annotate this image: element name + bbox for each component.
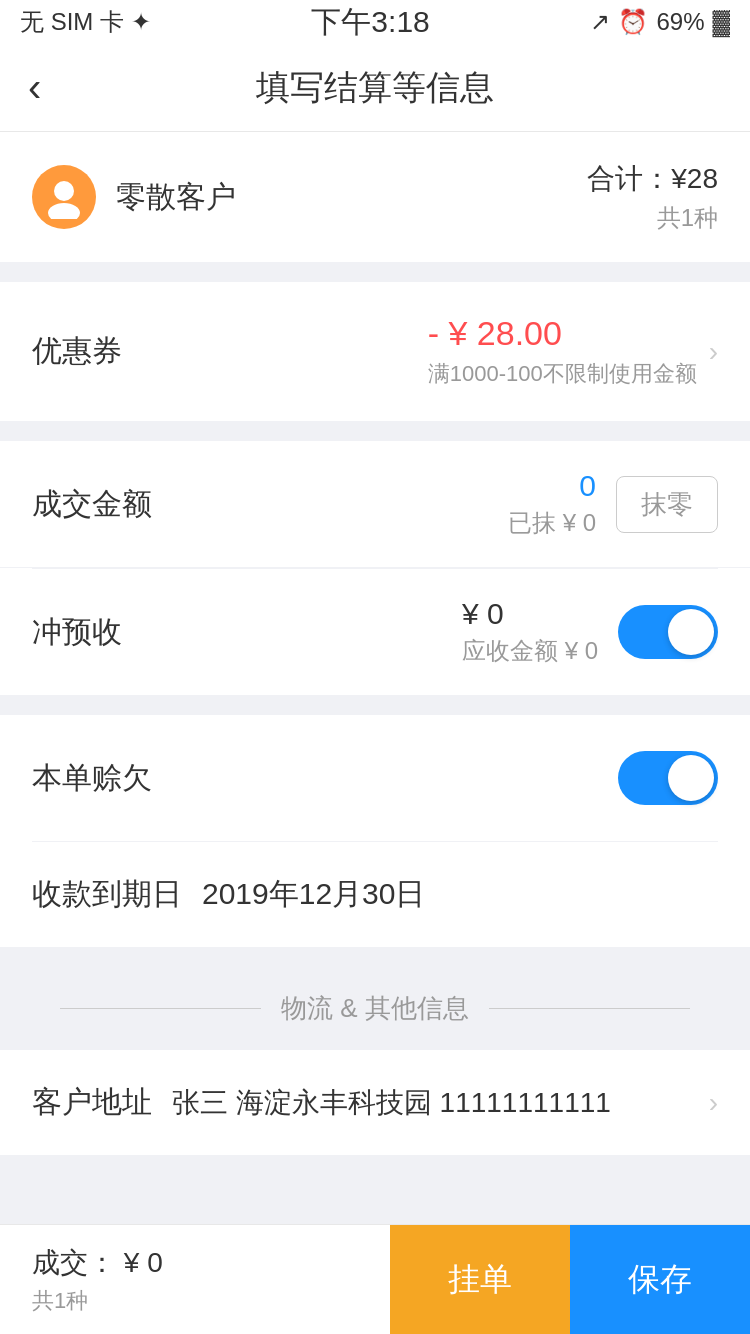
prepay-amount-group: ¥ 0 应收金额 ¥ 0 [462, 597, 598, 667]
deal-amount-row: 成交金额 0 已抹 ¥ 0 抹零 [0, 441, 750, 568]
divider-line-left [60, 1008, 261, 1009]
total-count: 共1种 [587, 202, 718, 234]
battery-level: 69% [656, 8, 704, 36]
status-left: 无 SIM 卡 ✦ [20, 6, 151, 38]
logistics-section: 物流 & 其他信息 [0, 967, 750, 1050]
debt-row: 本单赊欠 [0, 715, 750, 841]
debt-toggle-knob [668, 755, 714, 801]
divider-line-right [489, 1008, 690, 1009]
bottom-info: 成交： ¥ 0 共1种 [0, 1244, 390, 1316]
bottom-deal-amount: ¥ 0 [124, 1247, 163, 1278]
save-button[interactable]: 保存 [570, 1225, 750, 1335]
chevron-right-icon: › [709, 336, 718, 368]
nav-bar: ‹ 填写结算等信息 [0, 44, 750, 132]
alarm-icon: ⏰ [618, 8, 648, 36]
debt-toggle[interactable] [618, 751, 718, 805]
prepay-label: 冲预收 [32, 612, 122, 653]
due-date-row: 收款到期日 2019年12月30日 [0, 842, 750, 947]
coupon-desc: 满1000-100不限制使用金额 [428, 359, 697, 389]
deal-amount-sub: 已抹 ¥ 0 [508, 507, 596, 539]
round-zero-button[interactable]: 抹零 [616, 476, 718, 533]
debt-label: 本单赊欠 [32, 758, 152, 799]
status-time: 下午3:18 [311, 2, 429, 43]
due-date-label: 收款到期日 [32, 874, 182, 915]
avatar-icon [42, 175, 86, 219]
debt-section: 本单赊欠 收款到期日 2019年12月30日 [0, 715, 750, 947]
logistics-divider: 物流 & 其他信息 [0, 991, 750, 1026]
status-right: ↗ ⏰ 69% ▓ [590, 8, 730, 36]
bottom-deal-label: 成交： [32, 1247, 116, 1278]
prepay-sub: 应收金额 ¥ 0 [462, 635, 598, 667]
hold-button[interactable]: 挂单 [390, 1225, 570, 1335]
location-icon: ↗ [590, 8, 610, 36]
page-title: 填写结算等信息 [256, 65, 494, 111]
prepay-row: 冲预收 ¥ 0 应收金额 ¥ 0 [0, 569, 750, 695]
prepay-amount: ¥ 0 [462, 597, 598, 631]
battery-icon: ▓ [712, 8, 730, 36]
coupon-amount: - ¥ 28.00 [428, 314, 697, 353]
toggle-knob [668, 609, 714, 655]
customer-card: 零散客户 合计：¥28 共1种 [0, 132, 750, 262]
coupon-label: 优惠券 [32, 331, 122, 372]
main-content: 零散客户 合计：¥28 共1种 优惠券 - ¥ 28.00 满1000-100不… [0, 132, 750, 1295]
deal-amount-label: 成交金额 [32, 484, 152, 525]
logistics-label: 物流 & 其他信息 [281, 991, 469, 1026]
address-value: 张三 海淀永丰科技园 11111111111 [172, 1084, 709, 1122]
total-amount: 合计：¥28 [587, 160, 718, 198]
deal-amount-value-group: 0 已抹 ¥ 0 [508, 469, 596, 539]
prepay-toggle[interactable] [618, 605, 718, 659]
customer-row: 零散客户 合计：¥28 共1种 [0, 132, 750, 262]
address-row[interactable]: 客户地址 张三 海淀永丰科技园 11111111111 › [0, 1050, 750, 1155]
prepay-right: ¥ 0 应收金额 ¥ 0 [462, 597, 718, 667]
address-label: 客户地址 [32, 1082, 152, 1123]
customer-total: 合计：¥28 共1种 [587, 160, 718, 234]
status-bar: 无 SIM 卡 ✦ 下午3:18 ↗ ⏰ 69% ▓ [0, 0, 750, 44]
back-button[interactable]: ‹ [28, 65, 41, 110]
customer-name: 零散客户 [116, 177, 236, 218]
due-date-value: 2019年12月30日 [202, 874, 425, 915]
bottom-deal: 成交： ¥ 0 [32, 1244, 358, 1282]
amount-section: 成交金额 0 已抹 ¥ 0 抹零 冲预收 ¥ 0 应收金额 ¥ 0 [0, 441, 750, 695]
deal-amount-value: 0 [579, 469, 596, 502]
svg-point-0 [54, 181, 74, 201]
svg-point-1 [48, 203, 80, 219]
address-chevron-icon: › [709, 1087, 718, 1119]
address-card: 客户地址 张三 海淀永丰科技园 11111111111 › [0, 1050, 750, 1155]
customer-info: 零散客户 [32, 165, 236, 229]
coupon-row[interactable]: 优惠券 - ¥ 28.00 满1000-100不限制使用金额 › [0, 282, 750, 421]
bottom-bar: 成交： ¥ 0 共1种 挂单 保存 [0, 1224, 750, 1334]
bottom-count: 共1种 [32, 1286, 358, 1316]
avatar [32, 165, 96, 229]
coupon-value: - ¥ 28.00 满1000-100不限制使用金额 [428, 314, 697, 389]
coupon-card: 优惠券 - ¥ 28.00 满1000-100不限制使用金额 › [0, 282, 750, 421]
sim-status: 无 SIM 卡 ✦ [20, 6, 151, 38]
deal-amount-right: 0 已抹 ¥ 0 抹零 [508, 469, 718, 539]
